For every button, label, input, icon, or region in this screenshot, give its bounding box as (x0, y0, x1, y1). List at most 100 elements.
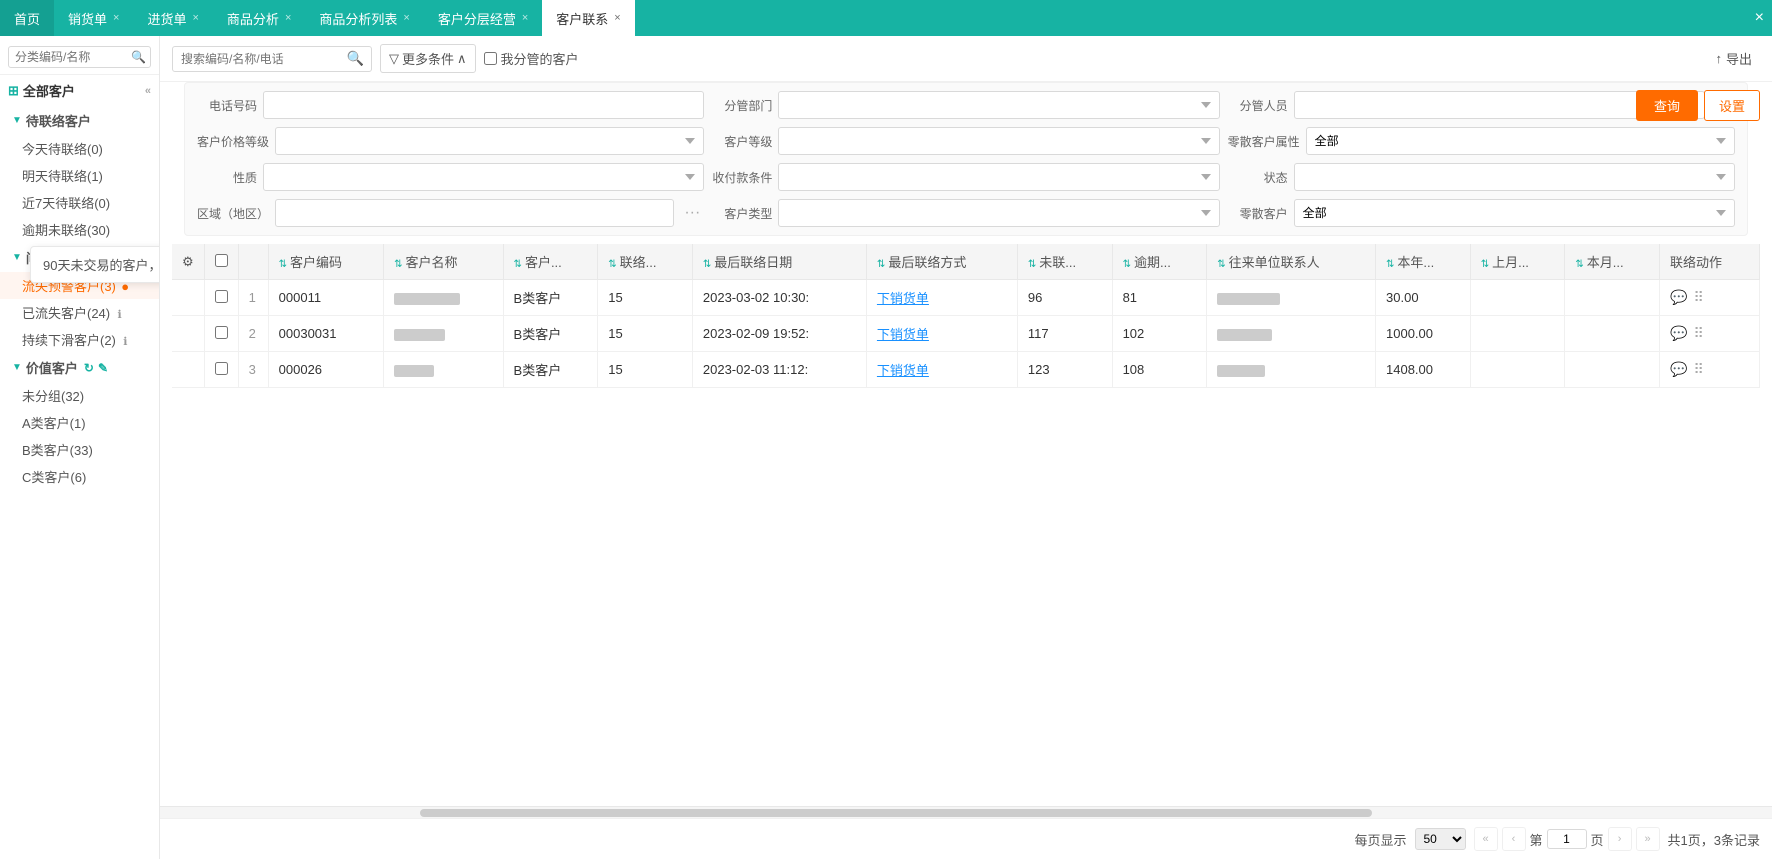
nav-tab-customer-tier[interactable]: 客户分层经营 × (424, 0, 542, 36)
td-last-method-2[interactable]: 下销货单 (866, 352, 1017, 388)
dept-select[interactable] (778, 91, 1219, 119)
td-name-1: ██████ (384, 316, 503, 352)
nature-select[interactable] (263, 163, 704, 191)
prev-page-button[interactable]: ‹ (1502, 827, 1526, 851)
search-input[interactable] (172, 46, 372, 72)
td-last-month-0 (1470, 280, 1565, 316)
export-button[interactable]: ↑ 导出 (1707, 45, 1760, 72)
td-checkbox-0 (204, 280, 238, 316)
sidebar-item-declining[interactable]: 持续下滑客户(2) ℹ (0, 326, 159, 353)
th-last-method[interactable]: ⇅最后联络方式 (866, 244, 1017, 280)
sidebar-group-value[interactable]: ▼ 价值客户 ↻ ✎ (0, 353, 159, 382)
horizontal-scrollbar[interactable] (160, 806, 1772, 818)
sidebar-group-waiting[interactable]: ▼ 待联络客户 (0, 106, 159, 135)
td-not-contacted-1: 117 (1017, 316, 1112, 352)
region-input[interactable] (275, 199, 674, 227)
value-edit-icon[interactable]: ✎ (98, 361, 108, 375)
payment-select[interactable] (778, 163, 1219, 191)
sidebar-all-customers[interactable]: ⊞ 全部客户 « (0, 75, 159, 106)
query-button[interactable]: 查询 (1636, 90, 1698, 121)
close-customer-tier-icon[interactable]: × (522, 12, 528, 24)
retail-attr-select[interactable]: 全部 (1306, 127, 1735, 155)
close-purchase-icon[interactable]: × (192, 12, 198, 24)
td-last-method-0[interactable]: 下销货单 (866, 280, 1017, 316)
customer-grade-select[interactable] (778, 127, 1219, 155)
filter-field-phone: 电话号码 (197, 91, 704, 119)
th-this-year[interactable]: ⇅本年... (1376, 244, 1471, 280)
sidebar-item-b-class[interactable]: B类客户(33) (0, 436, 159, 463)
collapse-arrow-icon: « (145, 85, 151, 97)
sidebar-search-area: 🔍 (0, 40, 159, 75)
sidebar-item-today-contact[interactable]: 今天待联络(0) (0, 135, 159, 162)
last-page-button[interactable]: » (1636, 827, 1660, 851)
settings-button[interactable]: 设置 (1704, 90, 1760, 121)
action-chat-icon-1[interactable]: 💬 (1670, 325, 1687, 342)
sidebar-item-7day-contact[interactable]: 近7天待联络(0) (0, 189, 159, 216)
nav-tab-goods-analysis[interactable]: 商品分析 × (213, 0, 305, 36)
my-customers-checkbox-label[interactable]: 我分管的客户 (484, 49, 579, 68)
th-not-contacted[interactable]: ⇅未联... (1017, 244, 1112, 280)
sidebar-item-tomorrow-contact[interactable]: 明天待联络(1) (0, 162, 159, 189)
more-conditions-button[interactable]: ▽ 更多条件 ∧ (380, 44, 476, 73)
retail-customer-select[interactable]: 全部 (1294, 199, 1735, 227)
th-type[interactable]: ⇅客户... (503, 244, 598, 280)
td-checkbox-1 (204, 316, 238, 352)
td-last-method-1[interactable]: 下销货单 (866, 316, 1017, 352)
td-index-1: 2 (238, 316, 268, 352)
th-contact[interactable]: ⇅联络... (598, 244, 693, 280)
sidebar-item-churned[interactable]: 已流失客户(24) ℹ (0, 299, 159, 326)
th-code[interactable]: ⇅客户编码 (268, 244, 383, 280)
customer-type-select[interactable] (778, 199, 1219, 227)
close-sales-icon[interactable]: × (113, 12, 119, 24)
action-more-icon-1[interactable]: ⠿ (1693, 325, 1703, 342)
value-refresh-icon[interactable]: ↻ (84, 361, 94, 375)
nav-tab-purchase[interactable]: 进货单 × (133, 0, 212, 36)
phone-input[interactable] (263, 91, 704, 119)
close-goods-analysis-list-icon[interactable]: × (403, 12, 409, 24)
td-code-0: 000011 (268, 280, 383, 316)
th-this-month[interactable]: ⇅本月... (1565, 244, 1660, 280)
action-more-icon-2[interactable]: ⠿ (1693, 361, 1703, 378)
action-chat-icon-2[interactable]: 💬 (1670, 361, 1687, 378)
close-goods-analysis-icon[interactable]: × (285, 12, 291, 24)
row-checkbox-2[interactable] (215, 362, 228, 375)
my-customers-checkbox[interactable] (484, 52, 497, 65)
region-dots-icon[interactable]: ··· (680, 204, 704, 222)
td-overdue-0: 81 (1112, 280, 1207, 316)
nav-tab-sales[interactable]: 销货单 × (54, 0, 133, 36)
current-page-input[interactable] (1547, 829, 1587, 849)
row-checkbox-1[interactable] (215, 326, 228, 339)
action-chat-icon-0[interactable]: 💬 (1670, 289, 1687, 306)
sidebar-search-input[interactable] (8, 46, 151, 68)
nav-tab-home[interactable]: 首页 (0, 0, 54, 36)
filter-field-nature: 性质 (197, 163, 704, 191)
sidebar-item-overdue-contact[interactable]: 逾期未联络(30) (0, 216, 159, 243)
per-page-select[interactable]: 50 20 100 (1415, 828, 1466, 850)
th-overdue[interactable]: ⇅逾期... (1112, 244, 1207, 280)
td-contact-1: 15 (598, 316, 693, 352)
sidebar-item-unclassified[interactable]: 未分组(32) (0, 382, 159, 409)
next-page-button[interactable]: › (1608, 827, 1632, 851)
close-all-button[interactable]: × (1755, 9, 1764, 27)
nav-tab-customer-contact[interactable]: 客户联系 × (542, 0, 634, 36)
action-more-icon-0[interactable]: ⠿ (1693, 289, 1703, 306)
close-customer-contact-icon[interactable]: × (614, 12, 620, 24)
td-this-year-2: 1408.00 (1376, 352, 1471, 388)
th-last-date[interactable]: ⇅最后联络日期 (692, 244, 866, 280)
price-grade-select[interactable] (275, 127, 704, 155)
select-all-checkbox[interactable] (215, 254, 228, 267)
sidebar-item-a-class[interactable]: A类客户(1) (0, 409, 159, 436)
nav-tab-goods-analysis-list[interactable]: 商品分析列表 × (305, 0, 423, 36)
status-select[interactable] (1294, 163, 1735, 191)
first-page-button[interactable]: « (1474, 827, 1498, 851)
th-name[interactable]: ⇅客户名称 (384, 244, 503, 280)
sidebar-item-c-class[interactable]: C类客户(6) (0, 463, 159, 490)
search-icon: 🔍 (347, 50, 364, 67)
filter-field-region: 区域（地区） ··· (197, 199, 704, 227)
th-last-month[interactable]: ⇅上月... (1470, 244, 1565, 280)
th-unit-contact[interactable]: ⇅往来单位联系人 (1207, 244, 1376, 280)
td-contact-2: 15 (598, 352, 693, 388)
th-settings[interactable]: ⚙ (172, 244, 204, 280)
row-checkbox-0[interactable] (215, 290, 228, 303)
status-label: 状态 (1228, 169, 1288, 186)
